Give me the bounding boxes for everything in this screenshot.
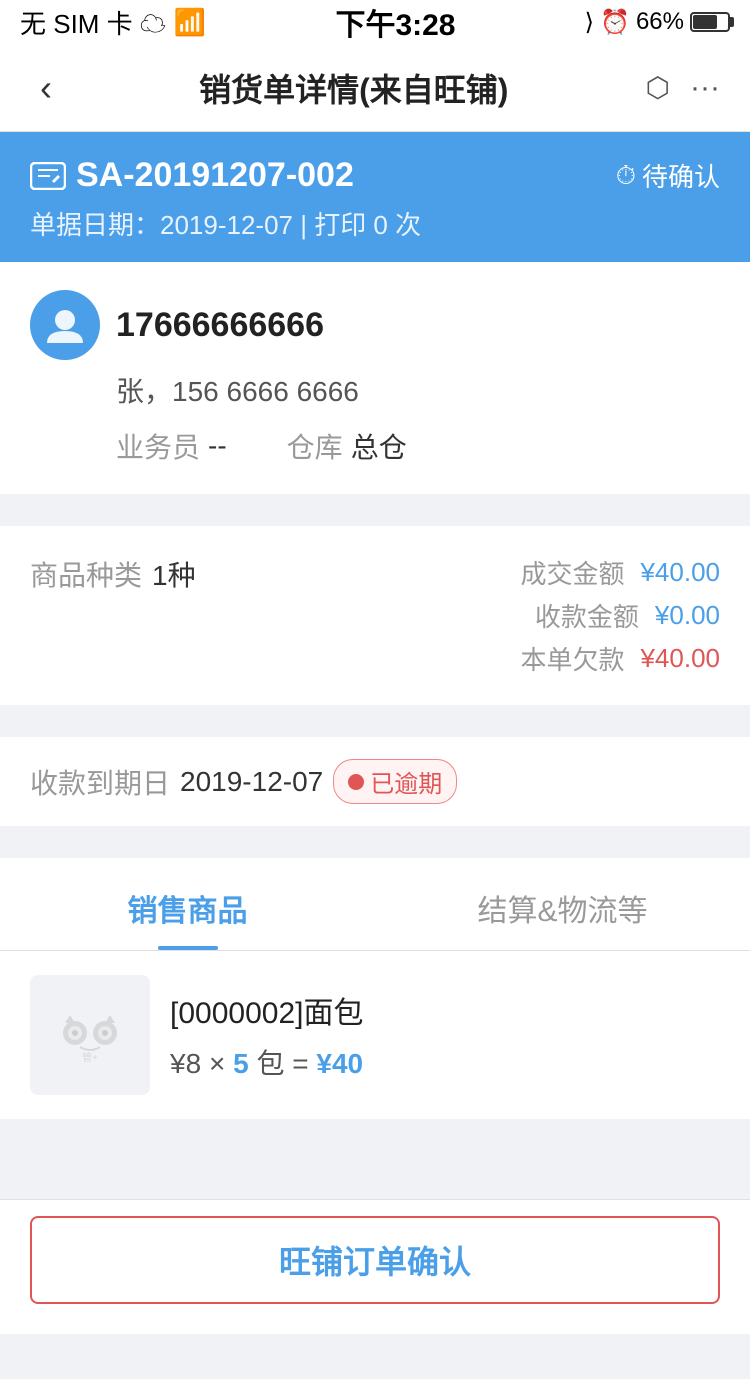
product-info: [0000002]面包 ¥8 × 5 包 = ¥40 [170, 988, 720, 1082]
received-value: ¥0.00 [655, 600, 720, 631]
divider-1 [0, 510, 750, 526]
avatar [30, 290, 100, 360]
kinds-value: 1种 [152, 554, 196, 594]
product-thumb-icon: 管+ [50, 1005, 130, 1065]
order-date: 单据日期：2019-12-07 | 打印 0 次 [30, 205, 720, 242]
svg-text:管+: 管+ [82, 1051, 98, 1064]
status-time: 下午3:28 [335, 0, 455, 44]
order-icon [30, 162, 66, 190]
amount-label: 成交金额 [520, 554, 624, 591]
order-header: SA-20191207-002 ⏱ 待确认 单据日期：2019-12-07 | … [0, 132, 750, 262]
sales-label: 业务员 [116, 426, 200, 466]
customer-section: 17666666666 张，156 6666 6666 业务员 -- 仓库 总仓 [0, 262, 750, 494]
bottom-action: 旺铺订单确认 [0, 1199, 750, 1334]
received-label: 收款金额 [535, 597, 639, 634]
nav-actions: ⬡ ··· [646, 71, 720, 105]
kinds-label: 商品种类 [30, 554, 142, 594]
divider-3 [0, 842, 750, 858]
battery-percent: 66% [636, 8, 684, 36]
alarm-icon: ⏰ [600, 8, 630, 37]
divider-2 [0, 721, 750, 737]
customer-name: 张，156 6666 6666 [30, 370, 720, 410]
wifi-icon: 📶 [174, 7, 206, 38]
battery-icon [690, 12, 730, 32]
tabs-section: 销售商品 结算&物流等 [0, 858, 750, 951]
status-bar: 无 SIM 卡 ☁ 📶 下午3:28 ⟩ ⏰ 66% [0, 0, 750, 44]
status-left: 无 SIM 卡 ☁ 📶 [20, 4, 206, 41]
clock-icon: ⏱ [616, 160, 636, 192]
owe-value: ¥40.00 [640, 643, 720, 674]
product-name: [0000002]面包 [170, 988, 720, 1032]
warehouse-value: 总仓 [351, 426, 407, 466]
order-id: SA-20191207-002 [30, 156, 354, 195]
due-date: 2019-12-07 [180, 766, 323, 798]
overdue-badge: 已逾期 [333, 759, 457, 804]
product-unit: 包 [256, 1048, 284, 1079]
summary-section: 商品种类 1种 成交金额 ¥40.00 收款金额 ¥0.00 本单欠款 ¥40.… [0, 526, 750, 705]
product-qty: 5 [233, 1048, 249, 1079]
overdue-text: 已逾期 [370, 764, 442, 799]
customer-phone: 17666666666 [116, 306, 324, 345]
sim-label: 无 SIM 卡 ☁ [20, 4, 166, 41]
amount-value: ¥40.00 [640, 557, 720, 588]
product-item: 管+ [0000002]面包 ¥8 × 5 包 = ¥40 [30, 975, 720, 1095]
back-button[interactable]: ‹ [30, 57, 62, 119]
page-title: 销货单详情(来自旺铺) [199, 65, 508, 111]
nav-bar: ‹ 销货单详情(来自旺铺) ⬡ ··· [0, 44, 750, 132]
products-section: 管+ [0000002]面包 ¥8 × 5 包 = ¥40 [0, 951, 750, 1119]
product-total: ¥40 [316, 1048, 363, 1079]
more-icon[interactable]: ··· [690, 71, 720, 105]
tab-settlement-logistics[interactable]: 结算&物流等 [375, 858, 750, 950]
avatar-icon [45, 305, 85, 345]
product-unit-price: ¥8 [170, 1048, 201, 1079]
owe-label: 本单欠款 [520, 640, 624, 677]
sales-value: -- [208, 430, 227, 462]
product-thumbnail: 管+ [30, 975, 150, 1095]
due-label: 收款到期日 [30, 762, 170, 802]
customer-meta: 业务员 -- 仓库 总仓 [30, 426, 720, 466]
share-icon[interactable]: ⬡ [646, 71, 670, 104]
summary-right: 成交金额 ¥40.00 收款金额 ¥0.00 本单欠款 ¥40.00 [520, 554, 720, 677]
warehouse-label: 仓库 [287, 426, 343, 466]
order-status: ⏱ 待确认 [616, 157, 720, 194]
status-right: ⟩ ⏰ 66% [585, 8, 730, 37]
product-price: ¥8 × 5 包 = ¥40 [170, 1042, 720, 1082]
tab-sales-products[interactable]: 销售商品 [0, 858, 375, 950]
due-section: 收款到期日 2019-12-07 已逾期 [0, 737, 750, 826]
overdue-dot [348, 774, 364, 790]
location-icon: ⟩ [585, 8, 594, 37]
confirm-order-button[interactable]: 旺铺订单确认 [30, 1216, 720, 1304]
